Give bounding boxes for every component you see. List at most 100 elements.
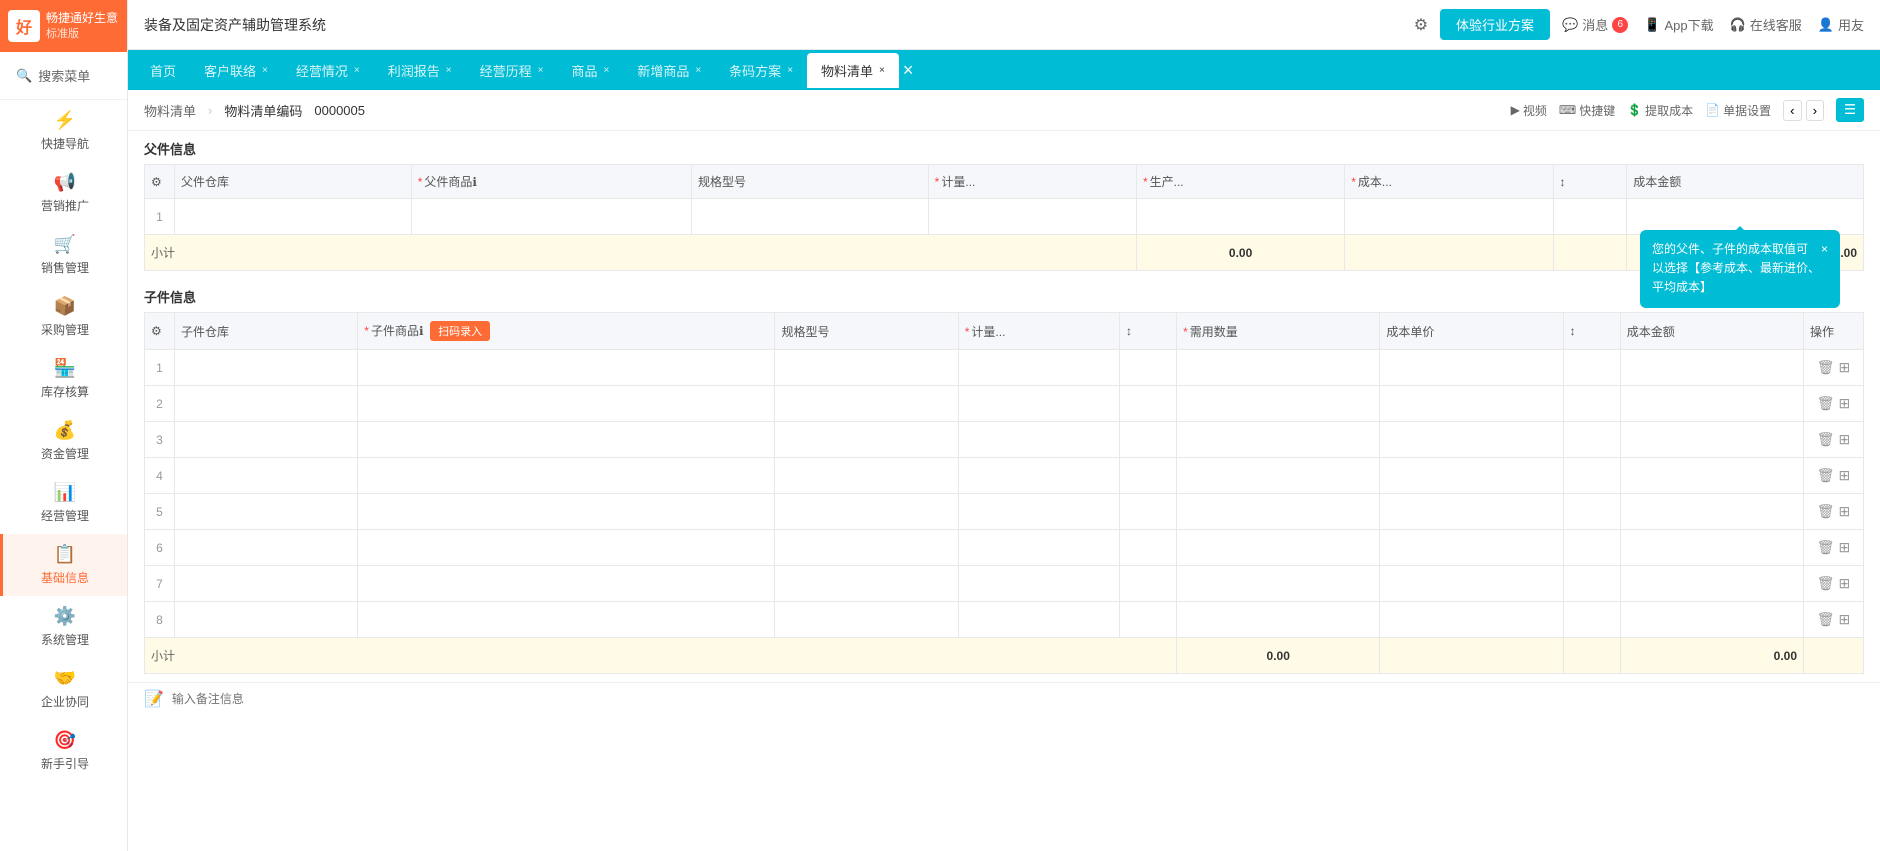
child-cell-qty-1[interactable] xyxy=(1177,350,1380,386)
child-cell-unitcost-6[interactable] xyxy=(1380,530,1563,566)
tooltip-close-button[interactable]: × xyxy=(1821,240,1828,259)
copy-icon-7[interactable]: ⊞ xyxy=(1839,575,1851,592)
child-cell-product-7[interactable] xyxy=(358,566,775,602)
child-cell-warehouse-2[interactable] xyxy=(175,386,358,422)
child-cell-warehouse-8[interactable] xyxy=(175,602,358,638)
child-cell-qty-4[interactable] xyxy=(1177,458,1380,494)
sidebar-item-system[interactable]: ⚙️ 系统管理 xyxy=(0,596,127,658)
child-cell-product-1[interactable] xyxy=(358,350,775,386)
sidebar-item-enterprise[interactable]: 🤝 企业协同 xyxy=(0,658,127,720)
child-cell-product-8[interactable] xyxy=(358,602,775,638)
settings-button[interactable]: ⚙ xyxy=(1414,15,1428,35)
delete-icon-2[interactable]: 🗑 xyxy=(1817,395,1835,412)
child-cell-qty-2[interactable] xyxy=(1177,386,1380,422)
user-action[interactable]: 👤 用友 xyxy=(1818,15,1864,34)
child-cell-qty-8[interactable] xyxy=(1177,602,1380,638)
child-cell-warehouse-3[interactable] xyxy=(175,422,358,458)
child-cell-warehouse-1[interactable] xyxy=(175,350,358,386)
experience-button[interactable]: 体验行业方案 xyxy=(1440,9,1550,40)
shortcut-button[interactable]: ⌨ 快捷键 xyxy=(1559,102,1615,119)
online-service-action[interactable]: 🎧 在线客服 xyxy=(1730,15,1802,34)
delete-icon-8[interactable]: 🗑 xyxy=(1817,611,1835,628)
delete-icon-5[interactable]: 🗑 xyxy=(1817,503,1835,520)
child-cell-unitcost-7[interactable] xyxy=(1380,566,1563,602)
child-cell-spec-3[interactable] xyxy=(775,422,958,458)
child-cell-unitcost-5[interactable] xyxy=(1380,494,1563,530)
tab-home[interactable]: 首页 xyxy=(136,53,190,88)
tab-customer[interactable]: 客户联络 × xyxy=(190,53,282,88)
tab-close-new-product[interactable]: × xyxy=(695,65,701,76)
copy-icon-3[interactable]: ⊞ xyxy=(1839,431,1851,448)
child-cell-unit-8[interactable] xyxy=(958,602,1119,638)
child-cell-qty-7[interactable] xyxy=(1177,566,1380,602)
child-cell-unit-7[interactable] xyxy=(958,566,1119,602)
parent-cell-warehouse-1[interactable] xyxy=(175,199,412,235)
tab-close-product[interactable]: × xyxy=(603,65,609,76)
parent-cell-production-1[interactable] xyxy=(1136,199,1344,235)
single-settings-button[interactable]: 📄 单据设置 xyxy=(1705,102,1771,119)
extract-cost-button[interactable]: 💲 提取成本 xyxy=(1627,102,1693,119)
delete-icon-3[interactable]: 🗑 xyxy=(1817,431,1835,448)
tab-product[interactable]: 商品 × xyxy=(557,53,623,88)
child-cell-unitcost-2[interactable] xyxy=(1380,386,1563,422)
scan-button[interactable]: 扫码录入 xyxy=(430,321,490,341)
note-input[interactable] xyxy=(172,692,1864,706)
child-cell-unit-2[interactable] xyxy=(958,386,1119,422)
sidebar-item-basic-info[interactable]: 📋 基础信息 xyxy=(0,534,127,596)
child-cell-warehouse-6[interactable] xyxy=(175,530,358,566)
child-cell-product-3[interactable] xyxy=(358,422,775,458)
tab-close-customer[interactable]: × xyxy=(262,65,268,76)
tab-close-barcode[interactable]: × xyxy=(787,65,793,76)
tab-barcode[interactable]: 条码方案 × xyxy=(715,53,807,88)
child-cell-spec-7[interactable] xyxy=(775,566,958,602)
child-cell-warehouse-7[interactable] xyxy=(175,566,358,602)
child-cell-qty-6[interactable] xyxy=(1177,530,1380,566)
child-cell-spec-5[interactable] xyxy=(775,494,958,530)
next-button[interactable]: › xyxy=(1806,100,1824,121)
child-cell-qty-5[interactable] xyxy=(1177,494,1380,530)
child-cell-warehouse-4[interactable] xyxy=(175,458,358,494)
parent-cell-unit-1[interactable] xyxy=(928,199,1136,235)
copy-icon-1[interactable]: ⊞ xyxy=(1839,359,1851,376)
search-menu-button[interactable]: 🔍 搜索菜单 xyxy=(8,60,119,91)
child-cell-product-5[interactable] xyxy=(358,494,775,530)
sidebar-item-purchase[interactable]: 📦 采购管理 xyxy=(0,286,127,348)
video-button[interactable]: ▶ 视频 xyxy=(1511,102,1547,119)
child-cell-unit-4[interactable] xyxy=(958,458,1119,494)
sidebar-item-guide[interactable]: 🎯 新手引导 xyxy=(0,720,127,782)
copy-icon-5[interactable]: ⊞ xyxy=(1839,503,1851,520)
tab-close-bom[interactable]: × xyxy=(879,65,885,76)
parent-cell-cost-1[interactable] xyxy=(1345,199,1553,235)
tab-bom[interactable]: 物料清单 × xyxy=(807,53,899,88)
tab-history[interactable]: 经营历程 × xyxy=(466,53,558,88)
tab-new-product[interactable]: 新增商品 × xyxy=(623,53,715,88)
delete-icon-4[interactable]: 🗑 xyxy=(1817,467,1835,484)
parent-cell-product-1[interactable] xyxy=(411,199,691,235)
child-cell-unitcost-1[interactable] xyxy=(1380,350,1563,386)
sidebar-item-management[interactable]: 📊 经营管理 xyxy=(0,472,127,534)
delete-icon-6[interactable]: 🗑 xyxy=(1817,539,1835,556)
tab-close-operation[interactable]: × xyxy=(354,65,360,76)
child-cell-warehouse-5[interactable] xyxy=(175,494,358,530)
parent-cell-spec-1[interactable] xyxy=(691,199,928,235)
child-cell-spec-8[interactable] xyxy=(775,602,958,638)
delete-icon-7[interactable]: 🗑 xyxy=(1817,575,1835,592)
prev-button[interactable]: ‹ xyxy=(1783,100,1801,121)
breadcrumb-parent[interactable]: 物料清单 xyxy=(144,101,196,120)
sidebar-item-sales[interactable]: 🛒 销售管理 xyxy=(0,224,127,286)
child-cell-product-6[interactable] xyxy=(358,530,775,566)
copy-icon-2[interactable]: ⊞ xyxy=(1839,395,1851,412)
copy-icon-8[interactable]: ⊞ xyxy=(1839,611,1851,628)
child-cell-spec-2[interactable] xyxy=(775,386,958,422)
child-cell-spec-6[interactable] xyxy=(775,530,958,566)
app-download-action[interactable]: 📱 App下载 xyxy=(1644,15,1713,34)
child-cell-qty-3[interactable] xyxy=(1177,422,1380,458)
child-cell-unitcost-8[interactable] xyxy=(1380,602,1563,638)
tab-profit[interactable]: 利润报告 × xyxy=(374,53,466,88)
child-cell-unit-1[interactable] xyxy=(958,350,1119,386)
delete-icon-1[interactable]: 🗑 xyxy=(1817,359,1835,376)
copy-icon-4[interactable]: ⊞ xyxy=(1839,467,1851,484)
child-cell-spec-1[interactable] xyxy=(775,350,958,386)
child-cell-unitcost-3[interactable] xyxy=(1380,422,1563,458)
sidebar-item-finance[interactable]: 💰 资金管理 xyxy=(0,410,127,472)
